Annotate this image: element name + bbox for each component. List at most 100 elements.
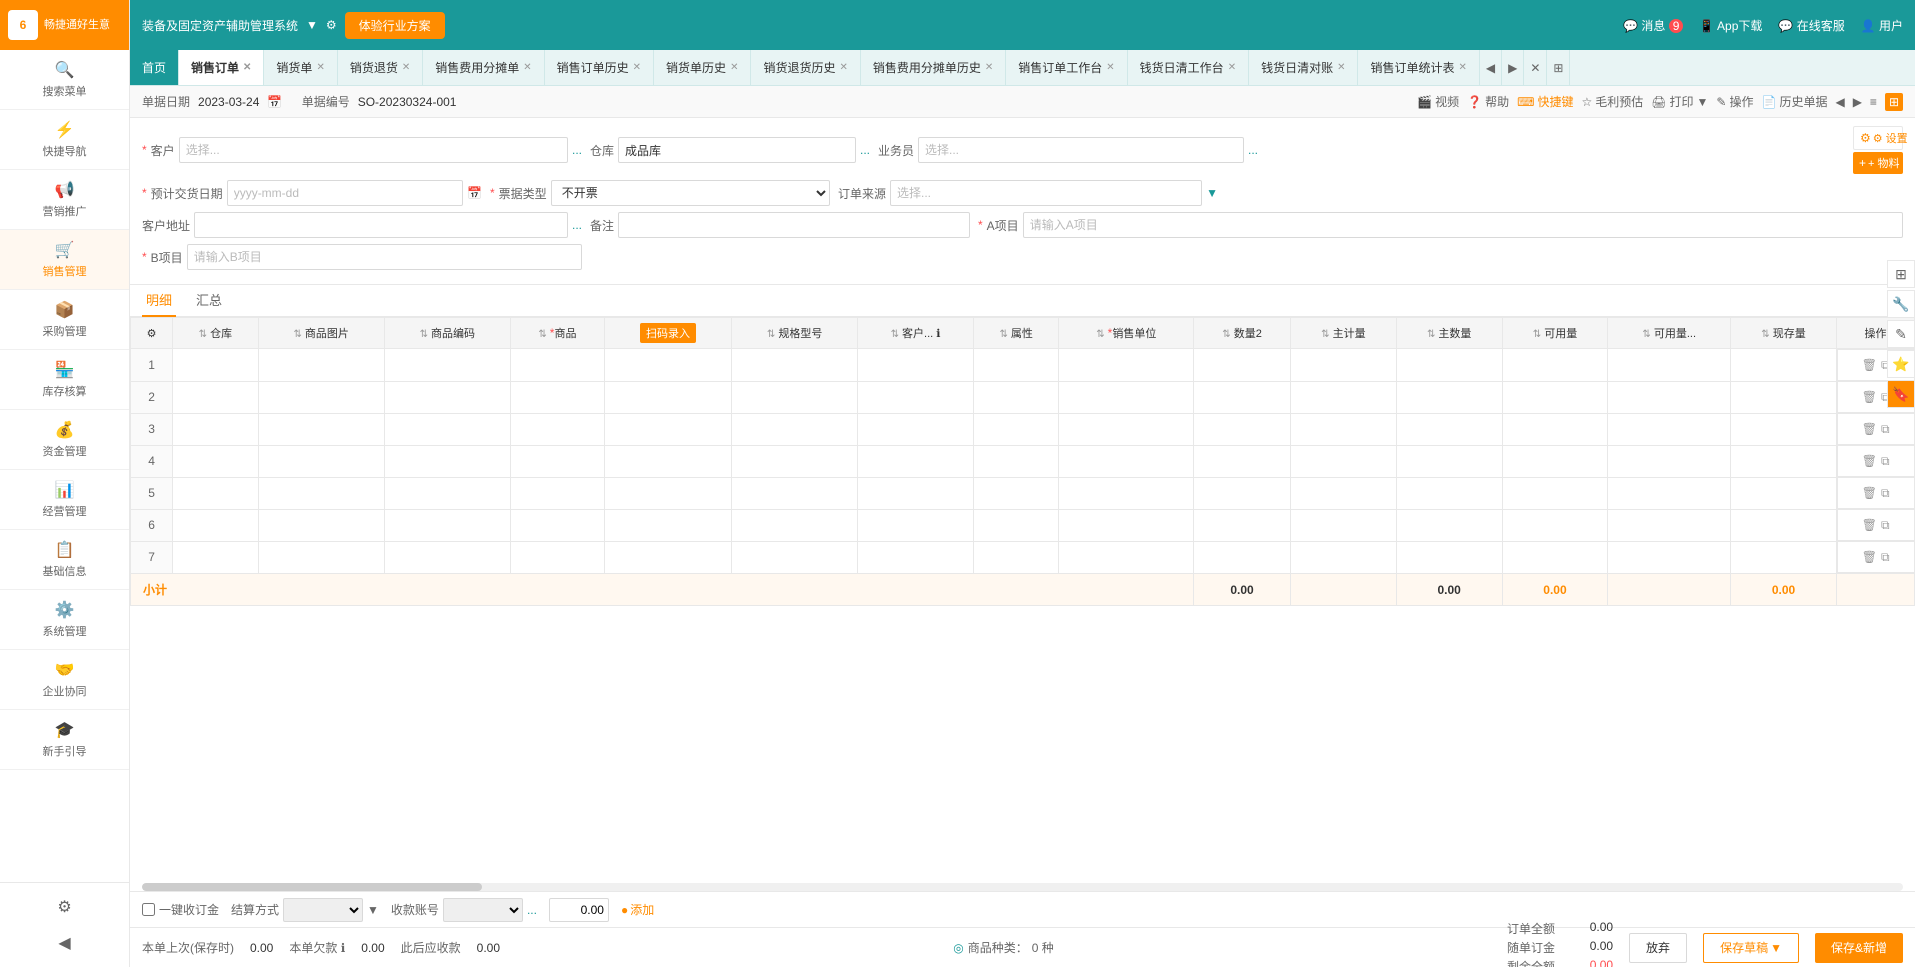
discard-button[interactable]: 放弃: [1629, 933, 1687, 963]
row-2-spec[interactable]: [732, 381, 858, 413]
tab-sales-stats-close[interactable]: ✕: [1459, 62, 1467, 73]
save-draft-dropdown-icon[interactable]: ▼: [1770, 941, 1782, 955]
tab-home[interactable]: 首页: [130, 50, 179, 86]
row-1-unit[interactable]: [1059, 349, 1194, 382]
right-panel-btn-4[interactable]: ⭐: [1887, 350, 1915, 378]
sidebar-item-basic[interactable]: 📋 基础信息: [0, 530, 129, 590]
row-2-customer-code[interactable]: [858, 381, 974, 413]
tab-order-workbench[interactable]: 销售订单工作台 ✕: [1006, 50, 1127, 86]
tab-return-history-close[interactable]: ✕: [839, 62, 847, 73]
tab-sales-expense[interactable]: 销售费用分摊单 ✕: [423, 50, 544, 86]
row-5-copy-icon[interactable]: ⧉: [1881, 486, 1890, 501]
tab-sales-stats[interactable]: 销售订单统计表 ✕: [1358, 50, 1479, 86]
receipt-amount-input[interactable]: [549, 898, 609, 922]
row-3-copy-icon[interactable]: ⧉: [1881, 422, 1890, 437]
dropdown-arrow-icon[interactable]: ▼: [306, 18, 318, 32]
tab-sales-expense-close[interactable]: ✕: [523, 62, 531, 73]
save-new-button[interactable]: 保存&新增: [1815, 933, 1903, 963]
right-panel-btn-1[interactable]: ⊞: [1887, 260, 1915, 288]
row-2-warehouse[interactable]: [173, 381, 259, 413]
tab-sales-history2-close[interactable]: ✕: [730, 62, 738, 73]
tab-expense-history[interactable]: 销售费用分摊单历史 ✕: [861, 50, 1006, 86]
next-record-btn[interactable]: ▶: [1853, 95, 1862, 109]
address-extra-btn[interactable]: ...: [572, 218, 582, 232]
col-scan-header[interactable]: 扫码录入: [604, 318, 731, 349]
tab-expense-history-close[interactable]: ✕: [985, 62, 993, 73]
tab-sales-order-close[interactable]: ✕: [243, 62, 251, 73]
row-1-spec[interactable]: [732, 349, 858, 382]
tab-sales-history-close[interactable]: ✕: [633, 62, 641, 73]
row-2-product-code[interactable]: [384, 381, 510, 413]
user-avatar[interactable]: 👤 用户: [1861, 17, 1903, 34]
add-material-btn[interactable]: + + 物料: [1853, 152, 1903, 174]
horizontal-scrollbar[interactable]: [142, 883, 1903, 891]
order-source-input[interactable]: [890, 180, 1202, 206]
salesperson-input[interactable]: [918, 137, 1244, 163]
online-service-btn[interactable]: 💬 在线客服: [1778, 17, 1844, 34]
tab-sales-return2-close[interactable]: ✕: [402, 62, 410, 73]
sidebar-item-operations[interactable]: 📊 经营管理: [0, 470, 129, 530]
row-6-delete-icon[interactable]: 🗑: [1862, 518, 1877, 532]
row-4-delete-icon[interactable]: 🗑: [1862, 454, 1877, 468]
shortcut-btn[interactable]: ⌨ 快捷键: [1517, 93, 1573, 110]
message-btn[interactable]: 💬 消息 9: [1623, 17, 1683, 34]
sidebar-collapse-btn[interactable]: ◀: [58, 927, 70, 959]
sidebar-item-search[interactable]: 🔍 搜索菜单: [0, 50, 129, 110]
sidebar-item-enterprise[interactable]: 🤝 企业协同: [0, 650, 129, 710]
customer-extra-btn[interactable]: ...: [572, 143, 582, 157]
row-1-qty2[interactable]: [1194, 349, 1291, 382]
tab-expand-btn[interactable]: ⊞: [1547, 50, 1570, 86]
b-project-input[interactable]: [187, 244, 582, 270]
address-input[interactable]: [194, 212, 568, 238]
scan-entry-btn[interactable]: 扫码录入: [640, 323, 696, 343]
row-1-product-code[interactable]: [384, 349, 510, 382]
sidebar-item-purchase[interactable]: 📦 采购管理: [0, 290, 129, 350]
row-1-product[interactable]: [510, 349, 604, 382]
operation-btn[interactable]: ✎ 操作: [1716, 93, 1753, 110]
note-input[interactable]: [618, 212, 970, 238]
tab-sales-return-close[interactable]: ✕: [316, 62, 324, 73]
order-source-extra-btn[interactable]: ▼: [1206, 186, 1218, 200]
row-6-copy-icon[interactable]: ⧉: [1881, 518, 1890, 533]
sidebar-item-quick[interactable]: ⚡ 快捷导航: [0, 110, 129, 170]
sidebar-settings-btn[interactable]: ⚙: [57, 891, 71, 923]
sidebar-item-sales[interactable]: 🛒 销售管理: [0, 230, 129, 290]
prev-record-btn[interactable]: ◀: [1835, 95, 1844, 109]
sidebar-item-marketing[interactable]: 📢 营销推广: [0, 170, 129, 230]
row-3-delete-icon[interactable]: 🗑: [1862, 422, 1877, 436]
settings-header-icon[interactable]: ⚙: [326, 18, 337, 32]
tab-sales-return2[interactable]: 销货退货 ✕: [338, 50, 423, 86]
expand-view-btn[interactable]: ⊞: [1885, 93, 1903, 111]
sidebar-item-inventory[interactable]: 🏪 库存核算: [0, 350, 129, 410]
one-click-collect-checkbox[interactable]: [142, 903, 155, 916]
settings-side-btn[interactable]: ⚙ ⚙ 设置: [1853, 126, 1903, 150]
row-2-main-qty[interactable]: [1396, 381, 1502, 413]
settlement-method-select[interactable]: [283, 898, 363, 922]
list-view-btn[interactable]: ≡: [1870, 95, 1877, 109]
row-2-attribute[interactable]: [973, 381, 1059, 413]
print-btn[interactable]: 🖨 打印 ▼: [1651, 93, 1708, 110]
tab-prev-btn[interactable]: ◀: [1480, 50, 1502, 86]
table-tab-summary[interactable]: 汇总: [192, 285, 226, 317]
tab-sales-history2[interactable]: 销货单历史 ✕: [654, 50, 751, 86]
history-btn[interactable]: 📄 历史单据: [1761, 93, 1827, 110]
industry-solution-button[interactable]: 体验行业方案: [345, 12, 445, 39]
receipt-account-select[interactable]: [443, 898, 523, 922]
row-1-warehouse[interactable]: [173, 349, 259, 382]
row-5-delete-icon[interactable]: 🗑: [1862, 486, 1877, 500]
row-1-main-qty[interactable]: [1396, 349, 1502, 382]
add-receipt-btn[interactable]: ● 添加: [621, 901, 654, 918]
row-2-unit[interactable]: [1059, 381, 1194, 413]
tab-cash-reconcile-close[interactable]: ✕: [1337, 62, 1345, 73]
tab-close-all-btn[interactable]: ✕: [1524, 50, 1547, 86]
sidebar-item-guide[interactable]: 🎓 新手引导: [0, 710, 129, 770]
receipt-account-extra-btn[interactable]: ...: [527, 903, 537, 917]
calendar-icon[interactable]: 📅: [267, 95, 282, 109]
row-4-copy-icon[interactable]: ⧉: [1881, 454, 1890, 469]
app-download-btn[interactable]: 📱 App下载: [1699, 17, 1762, 34]
tab-sales-order[interactable]: 销售订单 ✕: [179, 50, 264, 86]
profit-btn[interactable]: ☆ 毛利预估: [1581, 93, 1643, 110]
save-draft-button[interactable]: 保存草稿 ▼: [1703, 933, 1799, 963]
row-1-attribute[interactable]: [973, 349, 1059, 382]
a-project-input[interactable]: [1023, 212, 1903, 238]
